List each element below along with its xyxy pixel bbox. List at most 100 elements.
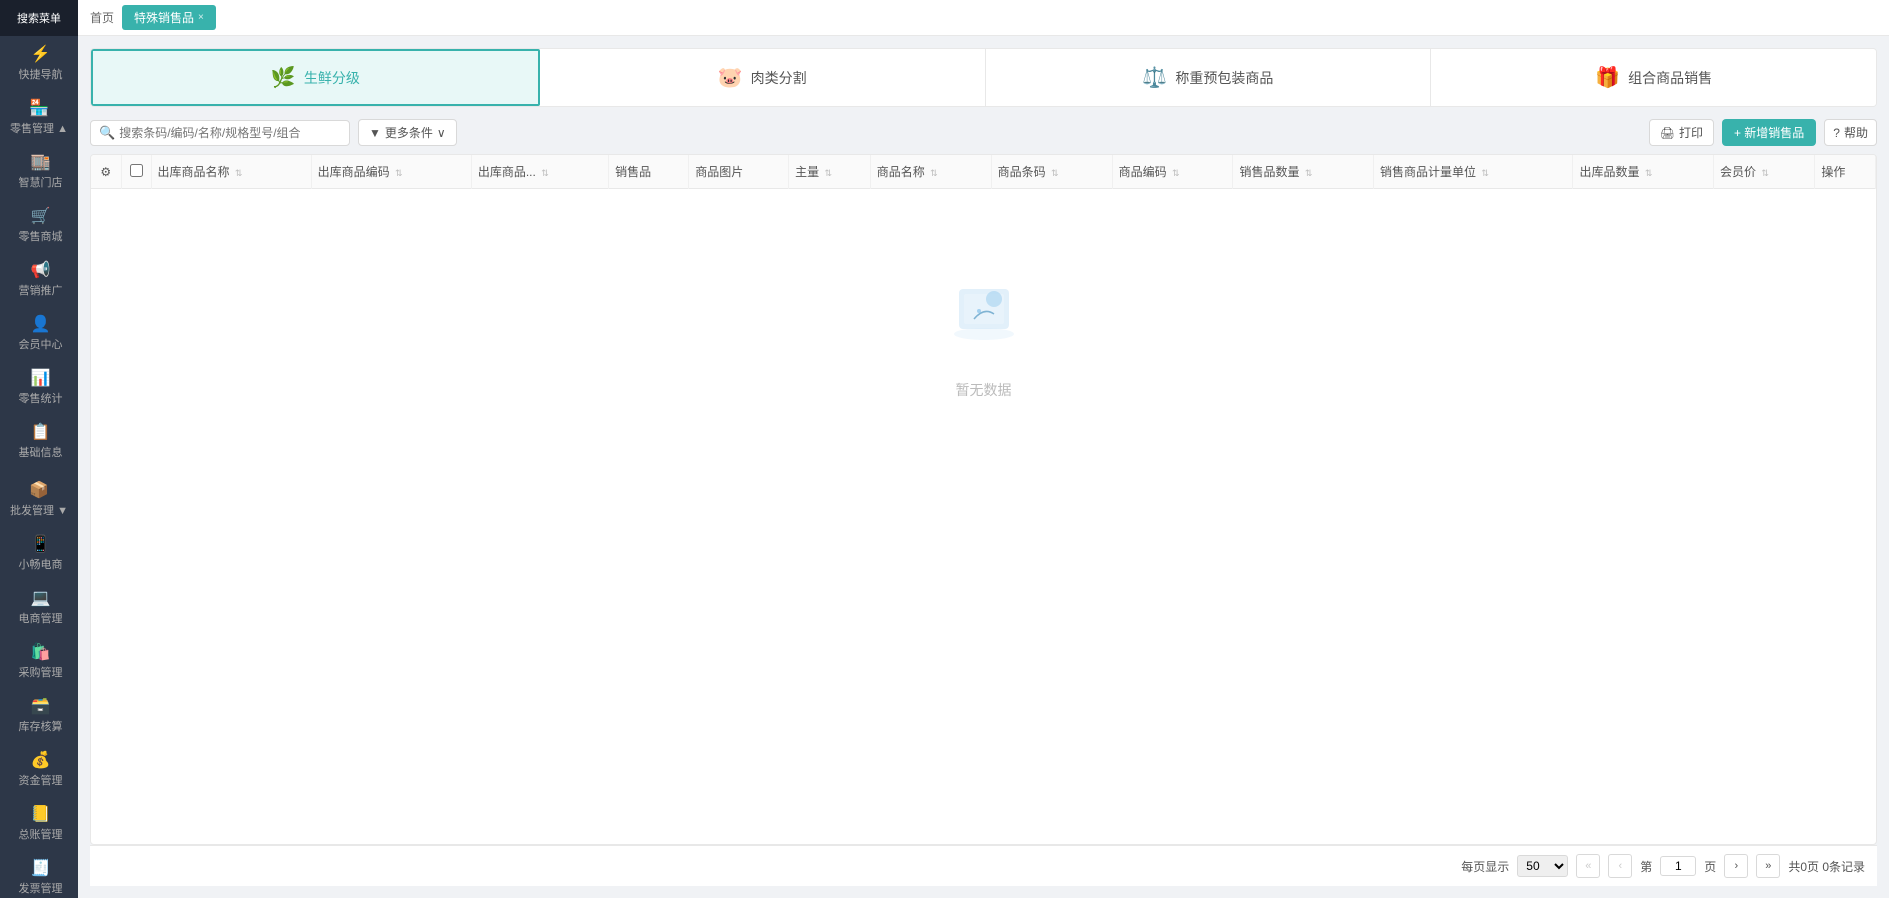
col-product-image[interactable]: 商品图片 bbox=[689, 155, 789, 189]
cat-tab-weigh-pack[interactable]: ⚖️ 称重预包装商品 bbox=[986, 49, 1432, 106]
sidebar-item-label: 总账管理 bbox=[19, 826, 63, 842]
sort-icon: ⇅ bbox=[235, 168, 243, 178]
prev-page-button[interactable]: ‹ bbox=[1608, 854, 1632, 878]
sidebar-item-sales-promo[interactable]: 📢 营销推广 bbox=[0, 252, 78, 306]
data-table-container: ⚙ 出库商品名称 ⇅ 出库商品编码 ⇅ 出库商品 bbox=[90, 154, 1877, 845]
sidebar-item-quick-nav[interactable]: ⚡ 快捷导航 bbox=[0, 36, 78, 90]
cat-tab-meat-cut[interactable]: 🐷 肉类分割 bbox=[540, 49, 986, 106]
finance-mgmt-icon: 💰 bbox=[31, 750, 51, 770]
toolbar-right: 🖨 打印 + 新增销售品 ? 帮助 bbox=[1649, 119, 1877, 146]
sidebar-item-inventory[interactable]: 🗃️ 库存核算 bbox=[0, 688, 78, 742]
last-page-button[interactable]: » bbox=[1756, 854, 1780, 878]
sales-promo-icon: 📢 bbox=[31, 260, 51, 280]
sidebar-item-smart-store[interactable]: 🏬 智慧门店 bbox=[0, 144, 78, 198]
first-page-button[interactable]: « bbox=[1576, 854, 1600, 878]
fresh-grade-icon: 🌿 bbox=[271, 65, 296, 90]
col-sales-product[interactable]: 销售品 bbox=[609, 155, 689, 189]
sort-icon: ⇅ bbox=[1172, 168, 1180, 178]
ecom-mgmt-icon: 💻 bbox=[31, 588, 51, 608]
sidebar-item-retail-mgmt[interactable]: 🏪 零售管理 ▲ bbox=[0, 90, 78, 144]
print-label: 打印 bbox=[1679, 124, 1703, 141]
print-button[interactable]: 🖨 打印 bbox=[1649, 119, 1714, 146]
pagination-total: 共0页 0条记录 bbox=[1788, 858, 1865, 875]
col-product-name[interactable]: 商品名称 ⇅ bbox=[870, 155, 991, 189]
col-out-product-name[interactable]: 出库商品名称 ⇅ bbox=[151, 155, 311, 189]
empty-icon bbox=[944, 269, 1024, 368]
sidebar-item-ledger-mgmt[interactable]: 📒 总账管理 bbox=[0, 796, 78, 850]
meat-cut-icon: 🐷 bbox=[718, 65, 743, 90]
combo-sales-icon: 🎁 bbox=[1595, 65, 1620, 90]
sidebar-item-purchase-mgmt[interactable]: 🛍️ 采购管理 bbox=[0, 634, 78, 688]
add-sales-product-button[interactable]: + 新增销售品 bbox=[1722, 119, 1816, 146]
col-out-product-code[interactable]: 出库商品编码 ⇅ bbox=[311, 155, 471, 189]
col-out-qty[interactable]: 出库品数量 ⇅ bbox=[1573, 155, 1714, 189]
col-member-price[interactable]: 会员价 ⇅ bbox=[1714, 155, 1815, 189]
page-number-input[interactable] bbox=[1660, 856, 1696, 876]
sort-icon: ⇅ bbox=[1645, 168, 1653, 178]
topbar-home[interactable]: 首页 bbox=[90, 9, 114, 26]
sidebar-item-retail-mall[interactable]: 🛒 零售商城 bbox=[0, 198, 78, 252]
sidebar-logo[interactable]: 搜索菜单 bbox=[0, 0, 78, 36]
retail-stats-icon: 📊 bbox=[31, 368, 51, 388]
purchase-mgmt-icon: 🛍️ bbox=[31, 642, 51, 662]
col-product-barcode[interactable]: 商品条码 ⇅ bbox=[991, 155, 1112, 189]
page-content: 🌿 生鲜分级 🐷 肉类分割 ⚖️ 称重预包装商品 🎁 组合商品销售 🔍 bbox=[78, 36, 1889, 898]
filter-icon: ▼ bbox=[369, 126, 381, 140]
col-sales-qty[interactable]: 销售品数量 ⇅ bbox=[1233, 155, 1374, 189]
page-size-select[interactable]: 10 20 50 100 bbox=[1517, 855, 1568, 877]
filter-label: 更多条件 bbox=[385, 124, 433, 141]
cat-tab-fresh-grade[interactable]: 🌿 生鲜分级 bbox=[91, 49, 540, 106]
col-operation: 操作 bbox=[1815, 155, 1876, 189]
sidebar-item-label: 智慧门店 bbox=[19, 174, 63, 190]
filter-chevron: ∨ bbox=[437, 126, 446, 140]
sort-icon: ⇅ bbox=[395, 168, 403, 178]
next-page-icon: › bbox=[1734, 860, 1738, 872]
help-button[interactable]: ? 帮助 bbox=[1824, 119, 1877, 146]
sidebar-item-retail-stats[interactable]: 📊 零售统计 bbox=[0, 360, 78, 414]
sidebar-item-wholesale-mgmt[interactable]: 📦 批发管理 ▼ bbox=[0, 472, 78, 526]
sidebar-item-label: 会员中心 bbox=[19, 336, 63, 352]
pagination: 每页显示 10 20 50 100 « ‹ 第 页 › » 共0页 0条记录 bbox=[90, 845, 1877, 886]
cat-tab-label: 生鲜分级 bbox=[304, 68, 360, 88]
search-box[interactable]: 🔍 bbox=[90, 120, 350, 146]
col-product-code[interactable]: 商品编码 ⇅ bbox=[1112, 155, 1233, 189]
topbar-active-tab[interactable]: 特殊销售品 × bbox=[122, 5, 216, 30]
search-input[interactable] bbox=[119, 126, 339, 140]
col-out-product-info[interactable]: 出库商品... ⇅ bbox=[471, 155, 608, 189]
help-label: 帮助 bbox=[1844, 124, 1868, 141]
select-all-checkbox[interactable] bbox=[130, 164, 143, 177]
sidebar-item-micro-store[interactable]: 📱 小畅电商 bbox=[0, 526, 78, 580]
sort-icon: ⇅ bbox=[930, 168, 938, 178]
sidebar-item-invoice-mgmt[interactable]: 🧾 发票管理 bbox=[0, 850, 78, 898]
invoice-mgmt-icon: 🧾 bbox=[31, 858, 51, 878]
sidebar-item-ecom-mgmt[interactable]: 💻 电商管理 bbox=[0, 580, 78, 634]
cat-tab-combo-sales[interactable]: 🎁 组合商品销售 bbox=[1431, 49, 1876, 106]
sidebar-item-basic-info[interactable]: 📋 基础信息 bbox=[0, 414, 78, 468]
prev-page-icon: ‹ bbox=[1618, 860, 1622, 872]
page-size-label: 每页显示 bbox=[1461, 858, 1509, 875]
sidebar-item-member-center[interactable]: 👤 会员中心 bbox=[0, 306, 78, 360]
sidebar-item-finance-mgmt[interactable]: 💰 资金管理 bbox=[0, 742, 78, 796]
search-icon: 🔍 bbox=[99, 125, 115, 141]
sidebar-item-label: 基础信息 bbox=[19, 444, 63, 460]
retail-mall-icon: 🛒 bbox=[31, 206, 51, 226]
sidebar-item-label: 批发管理 ▼ bbox=[10, 502, 68, 518]
col-checkbox[interactable] bbox=[121, 155, 151, 189]
ledger-mgmt-icon: 📒 bbox=[31, 804, 51, 824]
last-page-icon: » bbox=[1765, 860, 1771, 872]
col-weight[interactable]: 主量 ⇅ bbox=[789, 155, 871, 189]
col-sales-unit[interactable]: 销售商品计量单位 ⇅ bbox=[1374, 155, 1573, 189]
main-content: 首页 特殊销售品 × 🌿 生鲜分级 🐷 肉类分割 ⚖️ 称重预包装商品 🎁 组合… bbox=[78, 0, 1889, 898]
col-settings[interactable]: ⚙ bbox=[91, 155, 121, 189]
cat-tab-label: 称重预包装商品 bbox=[1175, 68, 1273, 88]
weigh-pack-icon: ⚖️ bbox=[1142, 65, 1167, 90]
sort-icon: ⇅ bbox=[1305, 168, 1313, 178]
filter-button[interactable]: ▼ 更多条件 ∨ bbox=[358, 119, 457, 146]
first-page-icon: « bbox=[1585, 860, 1591, 872]
sort-icon: ⇅ bbox=[824, 168, 832, 178]
sidebar-item-label: 库存核算 bbox=[19, 718, 63, 734]
topbar-tab-close[interactable]: × bbox=[198, 12, 204, 23]
add-btn-label: + 新增销售品 bbox=[1734, 124, 1804, 141]
sidebar-item-label: 小畅电商 bbox=[19, 556, 63, 572]
next-page-button[interactable]: › bbox=[1724, 854, 1748, 878]
